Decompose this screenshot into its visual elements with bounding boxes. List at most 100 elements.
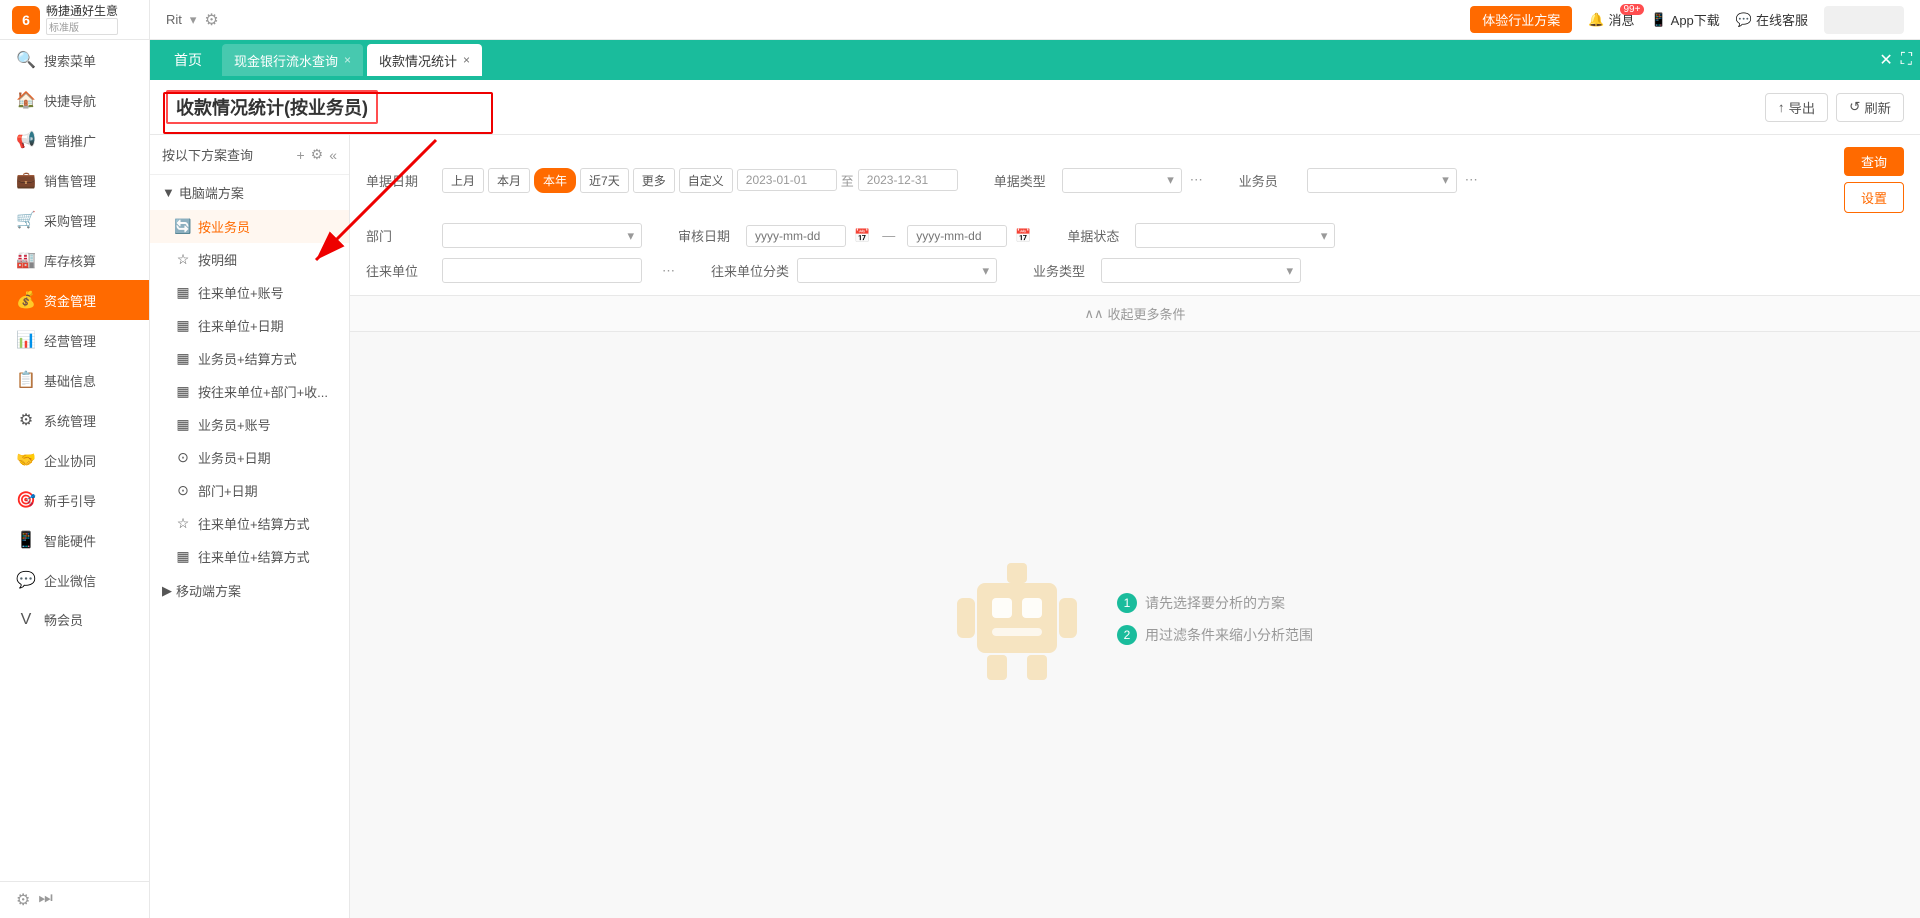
scheme-item-label: 按往来单位+部门+收... (198, 382, 328, 401)
tab-collections[interactable]: 收款情况统计 × (367, 44, 482, 76)
review-date-to[interactable] (907, 225, 1007, 247)
scheme-item-salesperson-account[interactable]: ▦ 业务员+账号 (150, 408, 349, 441)
user-avatar-area[interactable] (1824, 6, 1904, 34)
collapse-bar[interactable]: ∧∧ 收起更多条件 (350, 296, 1920, 332)
enterprise-icon: 🤝 (16, 450, 36, 470)
scheme-collapse-button[interactable]: « (329, 147, 337, 163)
marketing-icon: 📢 (16, 130, 36, 150)
dept-select[interactable] (442, 223, 642, 248)
export-button[interactable]: ↑ 导出 (1765, 93, 1828, 122)
scheme-item-dept-date[interactable]: ⊙ 部门+日期 (150, 474, 349, 507)
app-download-area[interactable]: 📱 App下载 (1650, 10, 1719, 29)
scheme-item-salesperson[interactable]: 🔄 按业务员 (150, 210, 349, 243)
settings-icon[interactable]: ⚙ (204, 10, 218, 30)
setting-button[interactable]: 设置 (1844, 182, 1904, 213)
scheme-item-salesperson-settlement[interactable]: ▦ 业务员+结算方式 (150, 342, 349, 375)
scheme-group-desktop-header[interactable]: ▼ 电脑端方案 (150, 175, 349, 210)
maximize-icon[interactable]: ⛶ (1901, 51, 1912, 69)
scheme-item-detail[interactable]: ☆ 按明细 (150, 243, 349, 276)
tab-home[interactable]: 首页 (158, 40, 218, 80)
scheme-item-icon: ☆ (174, 515, 192, 532)
doc-type-more-icon[interactable]: ⋯ (1190, 172, 1203, 188)
tip-num-1: 1 (1117, 593, 1137, 613)
expand-icon: ▼ (162, 185, 175, 200)
refresh-button[interactable]: ↺ 刷新 (1836, 93, 1904, 122)
inventory-icon: 🏭 (16, 250, 36, 270)
scheme-item-label: 往来单位+结算方式 (198, 547, 310, 566)
sidebar-item-wechat[interactable]: 💬 企业微信 (0, 560, 149, 600)
scheme-add-button[interactable]: + (296, 147, 304, 163)
customer-category-select[interactable] (797, 258, 997, 283)
date-to-input[interactable] (858, 169, 958, 191)
scheme-item-customer-date[interactable]: ▦ 往来单位+日期 (150, 309, 349, 342)
sidebar-item-system[interactable]: ⚙ 系统管理 (0, 400, 149, 440)
sidebar-item-hardware[interactable]: 📱 智能硬件 (0, 520, 149, 560)
scheme-item-customer-settlement2[interactable]: ▦ 往来单位+结算方式 (150, 540, 349, 573)
tab-collections-close[interactable]: × (463, 53, 470, 67)
sidebar-item-finance[interactable]: 💰 资金管理 (0, 280, 149, 320)
dept-select-wrapper (442, 223, 642, 248)
dropdown-icon[interactable]: ▾ (190, 12, 197, 28)
salesperson-select[interactable] (1307, 168, 1457, 193)
sidebar-item-basic[interactable]: 📋 基础信息 (0, 360, 149, 400)
scheme-item-label: 按明细 (198, 250, 237, 269)
sidebar-item-enterprise[interactable]: 🤝 企业协同 (0, 440, 149, 480)
date-btn-more[interactable]: 更多 (633, 168, 675, 193)
sidebar-item-operations[interactable]: 📊 经营管理 (0, 320, 149, 360)
logo-name: 畅捷通好生意 (46, 4, 118, 18)
scheme-item-label: 部门+日期 (198, 481, 258, 500)
query-button[interactable]: 查询 (1844, 147, 1904, 176)
sidebar-item-label: 快捷导航 (44, 91, 96, 110)
settings-bottom-icon[interactable]: ⚙ (16, 890, 30, 910)
date-separator: 至 (841, 171, 854, 190)
scheme-item-salesperson-date[interactable]: ⊙ 业务员+日期 (150, 441, 349, 474)
salesperson-select-wrapper (1307, 168, 1457, 193)
customer-input[interactable] (442, 258, 642, 283)
collapse-icon: ∧∧ (1084, 306, 1103, 322)
service-icon: 💬 (1736, 12, 1752, 28)
sidebar-item-guide[interactable]: 🎯 新手引导 (0, 480, 149, 520)
doc-type-select[interactable] (1062, 168, 1182, 193)
scheme-item-customer-settlement1[interactable]: ☆ 往来单位+结算方式 (150, 507, 349, 540)
scheme-item-label: 往来单位+账号 (198, 283, 284, 302)
sidebar-item-purchase[interactable]: 🛒 采购管理 (0, 200, 149, 240)
review-date-from[interactable] (746, 225, 846, 247)
salesperson-more-icon[interactable]: ⋯ (1465, 172, 1478, 188)
business-type-select[interactable] (1101, 258, 1301, 283)
tab-cashflow[interactable]: 现金银行流水查询 × (222, 44, 363, 76)
sidebar-item-quicknav[interactable]: 🏠 快捷导航 (0, 80, 149, 120)
sidebar-item-member[interactable]: V 畅会员 (0, 600, 149, 639)
sidebar-item-label: 企业协同 (44, 451, 96, 470)
customer-more-icon[interactable]: ⋯ (662, 263, 675, 279)
sidebar-item-search[interactable]: 🔍 搜索菜单 (0, 40, 149, 80)
date-btn-this-month[interactable]: 本月 (488, 168, 530, 193)
tab-cashflow-close[interactable]: × (344, 53, 351, 67)
date-from-input[interactable] (737, 169, 837, 191)
scheme-item-label: 业务员+账号 (198, 415, 271, 434)
collapse-sidebar-icon[interactable]: ⏭ (38, 890, 52, 910)
search-icon: 🔍 (16, 50, 36, 70)
sidebar-item-sales[interactable]: 💼 销售管理 (0, 160, 149, 200)
doc-status-select[interactable] (1135, 223, 1335, 248)
sidebar-item-inventory[interactable]: 🏭 库存核算 (0, 240, 149, 280)
date-group: 上月 本月 本年 近7天 更多 自定义 至 (442, 168, 958, 193)
scheme-settings-button[interactable]: ⚙ (311, 146, 324, 163)
scheme-header-title: 按以下方案查询 (162, 145, 290, 164)
scheme-item-customer-account[interactable]: ▦ 往来单位+账号 (150, 276, 349, 309)
trial-industry-button[interactable]: 体验行业方案 (1470, 6, 1572, 33)
scheme-item-customer-dept[interactable]: ▦ 按往来单位+部门+收... (150, 375, 349, 408)
scheme-group-mobile-header[interactable]: ▶ 移动端方案 (150, 573, 349, 608)
date-btn-this-year[interactable]: 本年 (534, 168, 576, 193)
messages-icon-area[interactable]: 🔔 消息 99+ (1588, 10, 1634, 29)
online-service-area[interactable]: 💬 在线客服 (1736, 10, 1808, 29)
business-type-group: 业务类型 (1033, 258, 1301, 283)
doc-status-select-wrapper (1135, 223, 1335, 248)
close-window-icon[interactable]: ✕ (1879, 50, 1892, 70)
top-bar-right: 体验行业方案 🔔 消息 99+ 📱 App下载 💬 在线客服 (1470, 6, 1904, 34)
sidebar-item-marketing[interactable]: 📢 营销推广 (0, 120, 149, 160)
date-btn-last-month[interactable]: 上月 (442, 168, 484, 193)
top-bar: Rit ▾ ⚙ 体验行业方案 🔔 消息 99+ 📱 App下载 💬 在线客服 (150, 0, 1920, 40)
sidebar-item-label: 搜索菜单 (44, 51, 96, 70)
date-btn-7days[interactable]: 近7天 (580, 168, 629, 193)
date-btn-custom[interactable]: 自定义 (679, 168, 733, 193)
